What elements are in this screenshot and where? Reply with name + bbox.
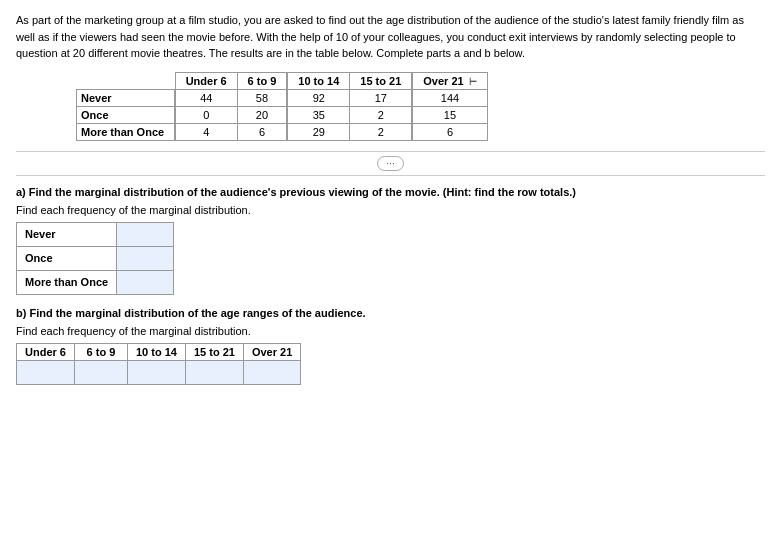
col-header-under6: Under 6 bbox=[175, 72, 237, 89]
intro-text: As part of the marketing group at a film… bbox=[16, 12, 756, 62]
part-a-more-label: More than Once bbox=[17, 270, 117, 294]
part-b-col-under6: Under 6 bbox=[17, 343, 75, 360]
table-row: More than Once 4 6 29 2 6 bbox=[77, 123, 488, 140]
part-a-never-label: Never bbox=[17, 222, 117, 246]
part-b-sublabel: Find each frequency of the marginal dist… bbox=[16, 325, 765, 337]
part-b-input-10to14[interactable] bbox=[127, 360, 185, 384]
part-a-more-input[interactable] bbox=[117, 270, 174, 294]
part-b-input-over21[interactable] bbox=[243, 360, 300, 384]
dots-indicator: ··· bbox=[377, 156, 403, 171]
col-header-6to9: 6 to 9 bbox=[237, 72, 287, 89]
part-b-col-15to21: 15 to 21 bbox=[185, 343, 243, 360]
part-a-once-input[interactable] bbox=[117, 246, 174, 270]
part-b-input-row bbox=[17, 360, 301, 384]
table-row: Once 0 20 35 2 15 bbox=[77, 106, 488, 123]
part-a-label: a) Find the marginal distribution of the… bbox=[16, 186, 765, 198]
part-a-section: a) Find the marginal distribution of the… bbox=[16, 186, 765, 295]
part-a-once-row: Once bbox=[17, 246, 174, 270]
col-header-15to21: 15 to 21 bbox=[350, 72, 412, 89]
col-header-10to14: 10 to 14 bbox=[287, 72, 349, 89]
part-b-table: Under 6 6 to 9 10 to 14 15 to 21 Over 21 bbox=[16, 343, 301, 385]
part-a-never-row: Never bbox=[17, 222, 174, 246]
part-b-label: b) Find the marginal distribution of the… bbox=[16, 307, 765, 319]
part-a-never-input[interactable] bbox=[117, 222, 174, 246]
part-b-input-under6[interactable] bbox=[17, 360, 75, 384]
data-table: Under 6 6 to 9 10 to 14 15 to 21 Over 21… bbox=[76, 72, 488, 141]
part-b-section: b) Find the marginal distribution of the… bbox=[16, 307, 765, 385]
part-b-col-over21: Over 21 bbox=[243, 343, 300, 360]
part-b-col-10to14: 10 to 14 bbox=[127, 343, 185, 360]
table-row: Never 44 58 92 17 144 bbox=[77, 89, 488, 106]
part-b-input-6to9[interactable] bbox=[74, 360, 127, 384]
part-a-sublabel: Find each frequency of the marginal dist… bbox=[16, 204, 765, 216]
col-header-over21: Over 21 ⊢ bbox=[412, 72, 487, 89]
part-b-col-6to9: 6 to 9 bbox=[74, 343, 127, 360]
part-a-table: Never Once More than Once bbox=[16, 222, 174, 295]
divider: ··· bbox=[16, 151, 765, 176]
part-a-once-label: Once bbox=[17, 246, 117, 270]
part-a-more-row: More than Once bbox=[17, 270, 174, 294]
part-b-input-15to21[interactable] bbox=[185, 360, 243, 384]
